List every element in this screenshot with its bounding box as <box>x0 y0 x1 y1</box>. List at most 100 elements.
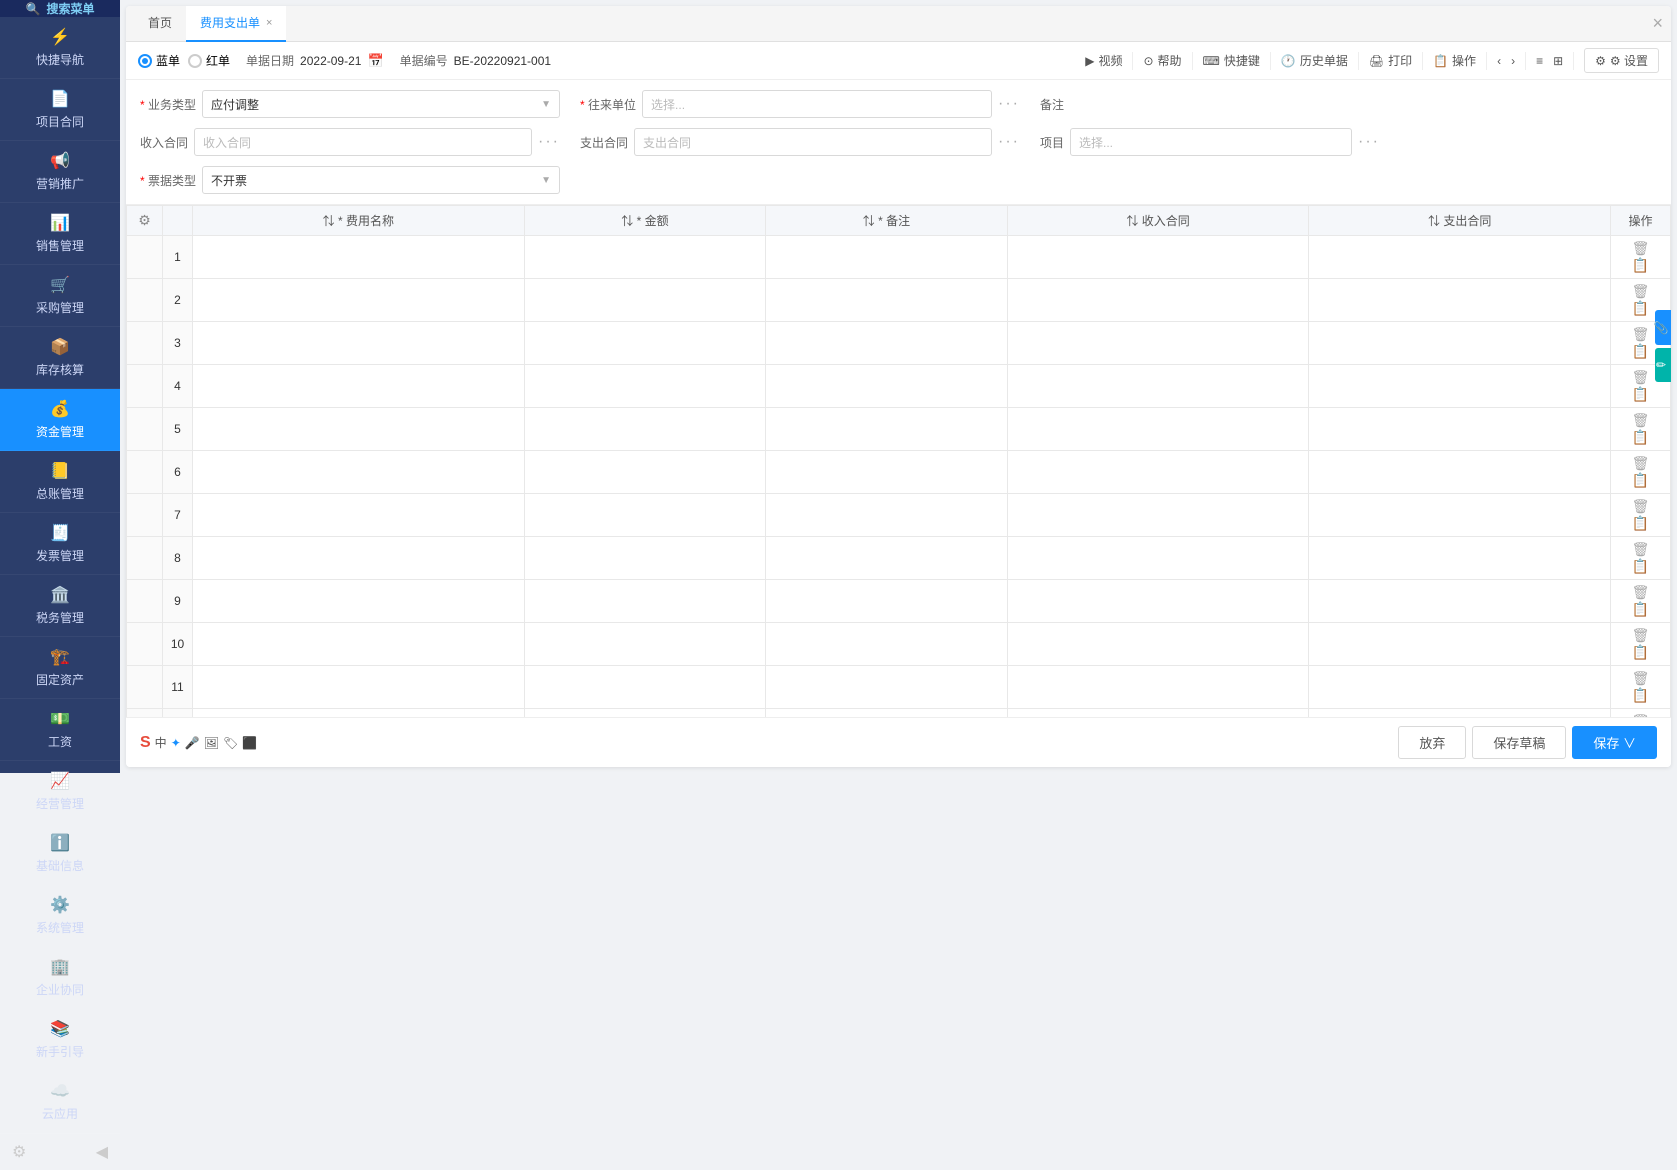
delete-icon[interactable]: 🗑 <box>1632 584 1650 600</box>
expense-contract-cell[interactable] <box>1309 623 1611 666</box>
attachment-panel-btn[interactable]: 📎 <box>1655 310 1671 345</box>
sidebar-item-newbie[interactable]: 📚 新手引导 <box>0 1009 120 1071</box>
income-contract-cell[interactable] <box>1007 279 1309 322</box>
expense-name-cell[interactable] <box>193 365 525 408</box>
expense-name-cell[interactable] <box>193 322 525 365</box>
sidebar-item-ops[interactable]: 📈 经营管理 <box>0 761 120 823</box>
delete-icon[interactable]: 🗑 <box>1632 670 1650 686</box>
copy-icon[interactable]: 📋 <box>1632 687 1649 703</box>
abandon-button[interactable]: 放弃 <box>1398 726 1466 759</box>
copy-icon[interactable]: 📋 <box>1632 472 1649 488</box>
amount-cell[interactable] <box>524 236 766 279</box>
nav-prev-btn[interactable]: ‹ <box>1497 54 1501 68</box>
expense-contract-cell[interactable] <box>1309 494 1611 537</box>
income-contract-header[interactable]: ⇅ 收入合同 <box>1007 206 1309 236</box>
remark-cell[interactable] <box>766 537 1008 580</box>
sidebar-item-quick-nav[interactable]: ⚡ 快捷导航 <box>0 17 120 79</box>
amount-cell[interactable] <box>524 580 766 623</box>
sidebar-item-purchase[interactable]: 🛒 采购管理 <box>0 265 120 327</box>
expense-contract-cell[interactable] <box>1309 236 1611 279</box>
counterparty-more-icon[interactable]: ··· <box>998 95 1020 113</box>
amount-cell[interactable] <box>524 666 766 709</box>
remark-cell[interactable] <box>766 408 1008 451</box>
amount-cell[interactable] <box>524 709 766 718</box>
window-close-btn[interactable]: × <box>1652 13 1663 34</box>
delete-icon[interactable]: 🗑 <box>1632 412 1650 428</box>
income-contract-cell[interactable] <box>1007 709 1309 718</box>
income-contract-cell[interactable] <box>1007 322 1309 365</box>
copy-icon[interactable]: 📋 <box>1632 300 1649 316</box>
video-btn[interactable]: ▶ 视频 <box>1085 52 1122 69</box>
invoice-type-select[interactable]: 不开票 ▼ <box>202 166 560 194</box>
settings-icon[interactable]: ⚙ <box>12 1142 26 1162</box>
copy-icon[interactable]: 📋 <box>1632 515 1649 531</box>
collapse-icon[interactable]: ◀ <box>96 1142 108 1162</box>
copy-icon[interactable]: 📋 <box>1632 601 1649 617</box>
income-contract-cell[interactable] <box>1007 236 1309 279</box>
grid-view-btn[interactable]: ⊞ <box>1553 54 1563 68</box>
sidebar-item-cloud[interactable]: ☁️ 云应用 <box>0 1071 120 1133</box>
expense-name-cell[interactable] <box>193 709 525 718</box>
expense-contract-cell[interactable] <box>1309 279 1611 322</box>
delete-icon[interactable]: 🗑 <box>1632 283 1650 299</box>
delete-icon[interactable]: 🗑 <box>1632 455 1650 471</box>
copy-icon[interactable]: 📋 <box>1632 257 1649 273</box>
income-contract-input[interactable]: 收入合同 <box>194 128 532 156</box>
tab-home[interactable]: 首页 <box>134 6 186 42</box>
amount-header[interactable]: ⇅ * 金额 <box>524 206 766 236</box>
expense-contract-cell[interactable] <box>1309 451 1611 494</box>
print-btn[interactable]: 🖨 打印 <box>1369 52 1412 69</box>
settings-button[interactable]: ⚙ ⚙ 设置 <box>1584 48 1659 73</box>
remark-cell[interactable] <box>766 451 1008 494</box>
income-contract-cell[interactable] <box>1007 494 1309 537</box>
tab-close-icon[interactable]: × <box>266 17 272 29</box>
remark-cell[interactable] <box>766 494 1008 537</box>
business-type-select[interactable]: 应付调整 ▼ <box>202 90 560 118</box>
expense-contract-cell[interactable] <box>1309 709 1611 718</box>
expense-contract-cell[interactable] <box>1309 537 1611 580</box>
sidebar-item-basic[interactable]: ℹ️ 基础信息 <box>0 823 120 885</box>
remark-cell[interactable] <box>766 580 1008 623</box>
expense-name-cell[interactable] <box>193 494 525 537</box>
list-view-btn[interactable]: ≡ <box>1536 54 1543 68</box>
gear-column-header[interactable]: ⚙ <box>127 206 163 236</box>
amount-cell[interactable] <box>524 322 766 365</box>
expense-contract-cell[interactable] <box>1309 365 1611 408</box>
sidebar-item-tax[interactable]: 🏛️ 税务管理 <box>0 575 120 637</box>
expense-contract-cell[interactable] <box>1309 322 1611 365</box>
sidebar-item-company[interactable]: 🏢 企业协同 <box>0 947 120 1009</box>
amount-cell[interactable] <box>524 365 766 408</box>
delete-icon[interactable]: 🗑 <box>1632 240 1650 256</box>
edit-panel-btn[interactable]: ✏ <box>1655 348 1671 382</box>
remark-cell[interactable] <box>766 236 1008 279</box>
expense-name-cell[interactable] <box>193 236 525 279</box>
sidebar-item-sales[interactable]: 📊 销售管理 <box>0 203 120 265</box>
expense-name-cell[interactable] <box>193 408 525 451</box>
shortcuts-btn[interactable]: ⌨ 快捷键 <box>1203 52 1260 69</box>
copy-icon[interactable]: 📋 <box>1632 558 1649 574</box>
sidebar-item-fixed-assets[interactable]: 🏗️ 固定资产 <box>0 637 120 699</box>
sidebar-search[interactable]: 🔍 搜索菜单 <box>0 0 120 17</box>
delete-icon[interactable]: 🗑 <box>1632 326 1650 342</box>
sidebar-item-payroll[interactable]: 💵 工资 <box>0 699 120 761</box>
amount-cell[interactable] <box>524 494 766 537</box>
income-contract-more-icon[interactable]: ··· <box>538 133 560 151</box>
income-contract-cell[interactable] <box>1007 666 1309 709</box>
remark-cell[interactable] <box>766 322 1008 365</box>
amount-cell[interactable] <box>524 279 766 322</box>
expense-name-cell[interactable] <box>193 666 525 709</box>
sidebar-item-inventory[interactable]: 📦 库存核算 <box>0 327 120 389</box>
project-input[interactable]: 选择... <box>1070 128 1352 156</box>
expense-name-header[interactable]: ⇅ * 费用名称 <box>193 206 525 236</box>
income-contract-cell[interactable] <box>1007 580 1309 623</box>
expense-name-cell[interactable] <box>193 580 525 623</box>
remark-cell[interactable] <box>766 666 1008 709</box>
income-contract-cell[interactable] <box>1007 451 1309 494</box>
expense-contract-input[interactable]: 支出合同 <box>634 128 992 156</box>
amount-cell[interactable] <box>524 408 766 451</box>
tab-expense[interactable]: 费用支出单 × <box>186 6 286 42</box>
copy-icon[interactable]: 📋 <box>1632 644 1649 660</box>
remark-cell[interactable] <box>766 279 1008 322</box>
copy-icon[interactable]: 📋 <box>1632 429 1649 445</box>
expense-contract-cell[interactable] <box>1309 666 1611 709</box>
